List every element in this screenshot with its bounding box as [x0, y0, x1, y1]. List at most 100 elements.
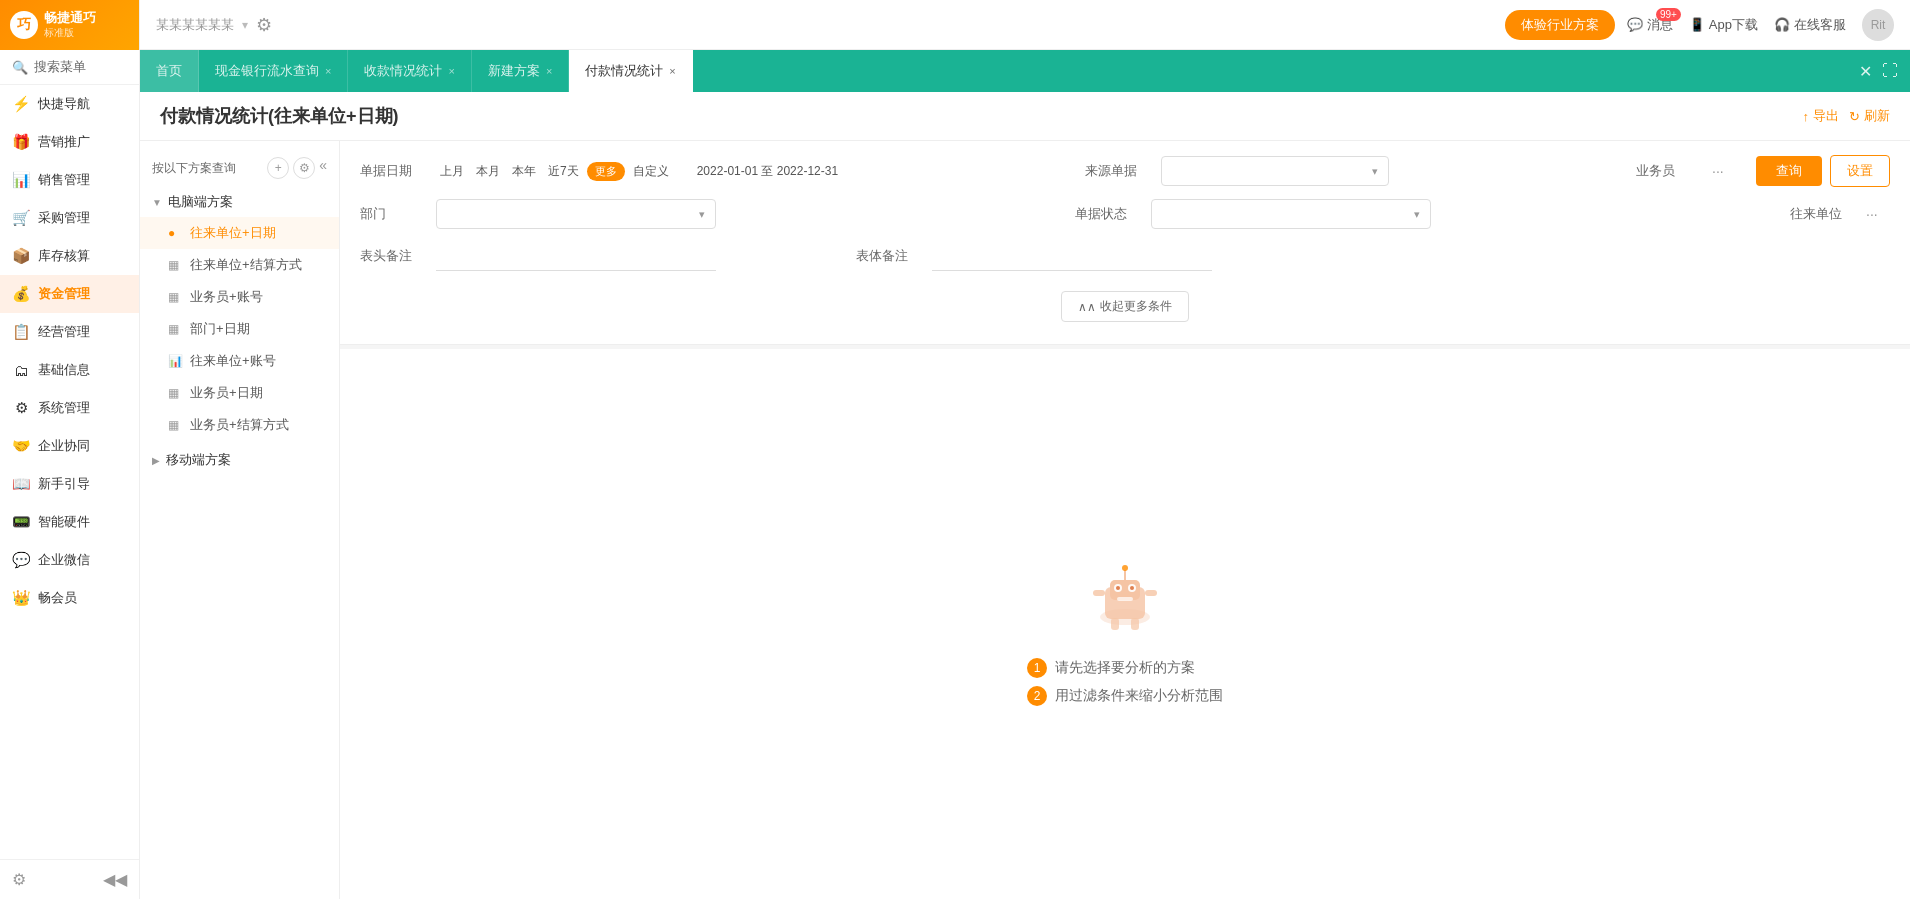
body-note-input[interactable] — [932, 241, 1212, 271]
scheme-item-1[interactable]: ▦ 往来单位+结算方式 — [140, 249, 339, 281]
tab-pay-stat[interactable]: 付款情况统计 × — [569, 50, 692, 92]
settings-footer-icon[interactable]: ⚙ — [12, 870, 26, 889]
refresh-btn[interactable]: ↻ 刷新 — [1849, 107, 1890, 125]
scheme-group-mobile-header[interactable]: ▶ 移动端方案 — [140, 445, 339, 475]
collapse-filters-btn[interactable]: ∧∧ 收起更多条件 — [1061, 291, 1189, 322]
close-cash-flow-icon[interactable]: × — [325, 65, 331, 77]
sidebar-item-quick-nav[interactable]: ⚡ 快捷导航 — [0, 85, 139, 123]
left-panel: 按以下方案查询 + ⚙ « — [140, 141, 340, 899]
tab-pay-stat-label: 付款情况统计 — [585, 62, 663, 80]
dropdown-arrow-icon[interactable]: ▾ — [242, 18, 248, 32]
filter-row-3: 表头备注 表体备注 — [360, 241, 1890, 271]
sidebar-item-marketing[interactable]: 🎁 营销推广 — [0, 123, 139, 161]
sidebar-item-wechat[interactable]: 💬 企业微信 — [0, 541, 139, 579]
app-download-label: App下载 — [1709, 16, 1758, 34]
sidebar-header: 巧 畅捷通巧 标准版 — [0, 0, 139, 50]
scheme-item-6[interactable]: ▦ 业务员+结算方式 — [140, 409, 339, 441]
sidebar-item-label: 基础信息 — [38, 361, 90, 379]
messages-btn[interactable]: 💬 消息 99+ — [1627, 16, 1673, 34]
user-avatar[interactable]: Rit — [1862, 9, 1894, 41]
scheme-item-4[interactable]: 📊 往来单位+账号 — [140, 345, 339, 377]
tab-home[interactable]: 首页 — [140, 50, 199, 92]
finance-icon: 💰 — [12, 285, 30, 303]
date-btn-this-month[interactable]: 本月 — [472, 161, 504, 182]
sidebar-item-hardware[interactable]: 📟 智能硬件 — [0, 503, 139, 541]
doc-status-select[interactable]: ▾ — [1151, 199, 1431, 229]
close-all-tabs-icon[interactable]: ✕ — [1859, 62, 1872, 81]
close-pay-stat-icon[interactable]: × — [669, 65, 675, 77]
date-btn-this-year[interactable]: 本年 — [508, 161, 540, 182]
tab-cash-flow[interactable]: 现金银行流水查询 × — [199, 50, 348, 92]
date-btn-custom[interactable]: 自定义 — [629, 161, 673, 182]
collapse-up-icon: ∧∧ — [1078, 300, 1096, 314]
date-btn-more[interactable]: 更多 — [587, 162, 625, 181]
topbar-left: 某某某某某某 ▾ ⚙ — [156, 14, 1493, 36]
scheme-item-label-0: 往来单位+日期 — [190, 224, 276, 242]
scheme-header-actions: + ⚙ « — [267, 157, 327, 179]
scheme-item-3[interactable]: ▦ 部门+日期 — [140, 313, 339, 345]
search-menu[interactable]: 🔍 搜索菜单 — [0, 50, 139, 85]
sidebar-item-basic[interactable]: 🗂 基础信息 — [0, 351, 139, 389]
sidebar-item-inventory[interactable]: 📦 库存核算 — [0, 237, 139, 275]
query-btn[interactable]: 查询 — [1756, 156, 1822, 186]
app-icon: 📱 — [1689, 17, 1705, 32]
counterparty-dots[interactable]: ··· — [1866, 206, 1890, 222]
search-label: 搜索菜单 — [34, 58, 86, 76]
collapse-btn-row: ∧∧ 收起更多条件 — [360, 283, 1890, 330]
header-note-input[interactable] — [436, 241, 716, 271]
add-scheme-btn[interactable]: + — [267, 157, 289, 179]
scheme-group-desktop-header[interactable]: ▼ 电脑端方案 — [140, 187, 339, 217]
sidebar-item-finance[interactable]: 💰 资金管理 — [0, 275, 139, 313]
date-btn-last-month[interactable]: 上月 — [436, 161, 468, 182]
sidebar-item-system[interactable]: ⚙ 系统管理 — [0, 389, 139, 427]
sidebar-item-member[interactable]: 👑 畅会员 — [0, 579, 139, 617]
message-icon: 💬 — [1627, 17, 1643, 32]
date-range-value: 2022-01-01 至 2022-12-31 — [697, 163, 838, 180]
tab-new-scheme-label: 新建方案 — [488, 62, 540, 80]
svg-point-9 — [1122, 565, 1128, 571]
sidebar-item-guide[interactable]: 📖 新手引导 — [0, 465, 139, 503]
sidebar-item-enterprise[interactable]: 🤝 企业协同 — [0, 427, 139, 465]
svg-rect-7 — [1117, 597, 1133, 601]
sidebar-item-sales[interactable]: 📊 销售管理 — [0, 161, 139, 199]
empty-robot-illustration — [1075, 542, 1175, 642]
trial-btn[interactable]: 体验行业方案 — [1505, 10, 1615, 40]
close-new-scheme-icon[interactable]: × — [546, 65, 552, 77]
topbar-settings-icon[interactable]: ⚙ — [256, 14, 272, 36]
search-icon: 🔍 — [12, 60, 28, 75]
online-service-btn[interactable]: 🎧 在线客服 — [1774, 16, 1846, 34]
filter-area: 单据日期 上月 本月 本年 近7天 更多 自定义 2022-01-01 至 20… — [340, 141, 1910, 345]
app-download-btn[interactable]: 📱 App下载 — [1689, 16, 1758, 34]
sidebar-item-purchase[interactable]: 🛒 采购管理 — [0, 199, 139, 237]
settings-scheme-btn[interactable]: ⚙ — [293, 157, 315, 179]
group-arrow-icon: ▼ — [152, 197, 162, 208]
logo-sub: 标准版 — [44, 26, 96, 40]
tab-cash-flow-label: 现金银行流水查询 — [215, 62, 319, 80]
maximize-icon[interactable]: ⛶ — [1882, 62, 1898, 80]
source-dropdown-icon: ▾ — [1372, 165, 1378, 178]
collapse-sidebar-icon[interactable]: ◀◀ — [103, 870, 127, 889]
salesperson-dots[interactable]: ··· — [1712, 163, 1736, 179]
inventory-icon: 📦 — [12, 247, 30, 265]
export-label: 导出 — [1813, 107, 1839, 125]
tab-payment-stat[interactable]: 收款情况统计 × — [348, 50, 471, 92]
quick-nav-icon: ⚡ — [12, 95, 30, 113]
export-btn[interactable]: ↑ 导出 — [1803, 107, 1840, 125]
scheme-item-5[interactable]: ▦ 业务员+日期 — [140, 377, 339, 409]
scheme-item-0[interactable]: ● 往来单位+日期 — [140, 217, 339, 249]
sidebar-item-operation[interactable]: 📋 经营管理 — [0, 313, 139, 351]
tab-new-scheme[interactable]: 新建方案 × — [472, 50, 569, 92]
close-payment-stat-icon[interactable]: × — [448, 65, 454, 77]
svg-point-5 — [1116, 586, 1120, 590]
source-select[interactable]: ▾ — [1161, 156, 1390, 186]
dept-select[interactable]: ▾ — [436, 199, 716, 229]
dept-label: 部门 — [360, 205, 416, 223]
collapse-panel-btn[interactable]: « — [319, 157, 327, 179]
filter-settings-btn[interactable]: 设置 — [1830, 155, 1890, 187]
tabbar-right-controls: ✕ ⛶ — [1847, 50, 1910, 92]
source-label: 来源单据 — [1085, 162, 1141, 180]
scheme-item-icon-3: ▦ — [168, 322, 184, 336]
date-btn-last-7-days[interactable]: 近7天 — [544, 161, 583, 182]
scheme-item-2[interactable]: ▦ 业务员+账号 — [140, 281, 339, 313]
svg-rect-12 — [1111, 618, 1119, 630]
